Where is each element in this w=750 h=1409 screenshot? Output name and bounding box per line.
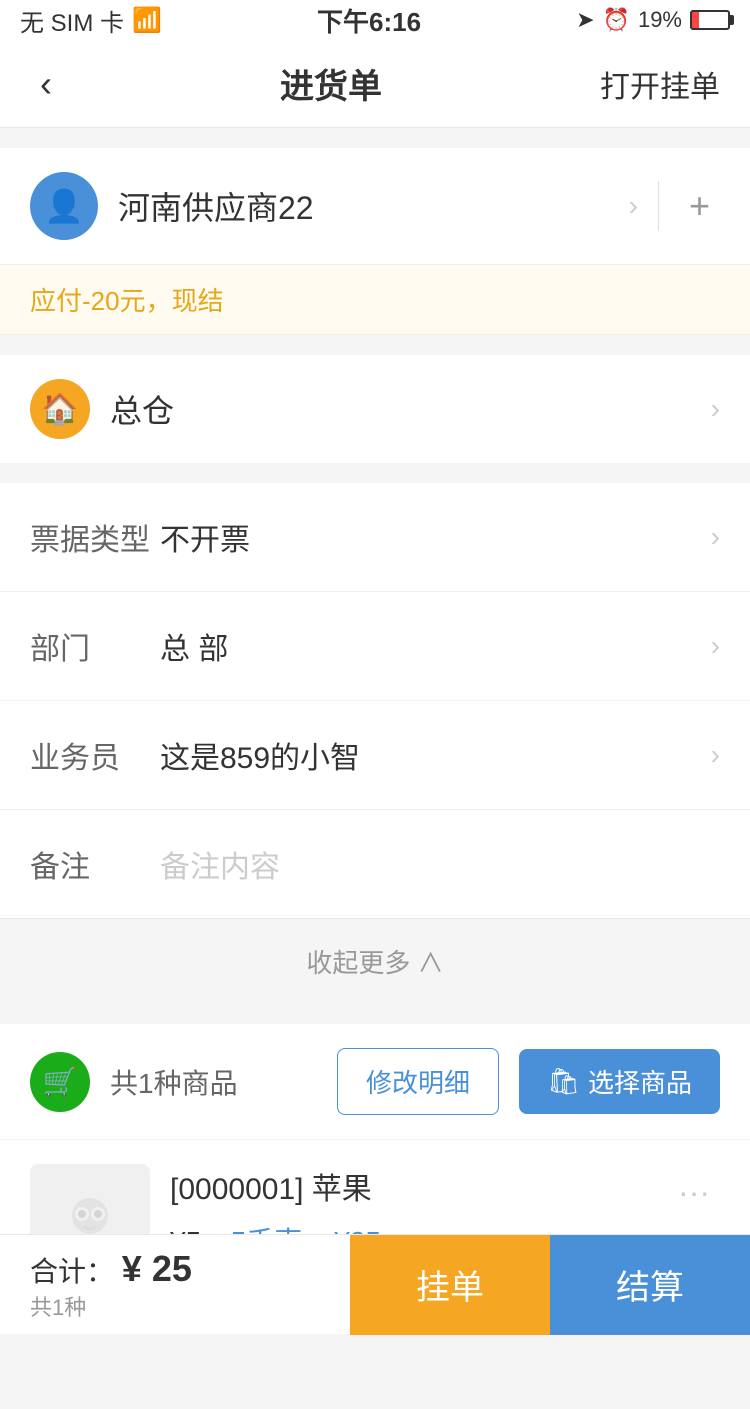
remark-label: 备注: [30, 842, 150, 886]
battery-percent: 19%: [638, 7, 682, 33]
department-label: 部门: [30, 624, 150, 668]
total-row: 合计： ¥ 25: [30, 1248, 320, 1290]
collapse-bar[interactable]: 收起更多 ∧: [0, 918, 750, 1004]
edit-detail-button[interactable]: 修改明细: [337, 1048, 499, 1115]
wifi-icon: 📶: [132, 6, 162, 35]
bottom-bar: 合计： ¥ 25 共1种 挂单 结算: [0, 1234, 750, 1334]
product-name: [0000001] 苹果: [170, 1164, 668, 1208]
remark-placeholder: 备注内容: [150, 842, 720, 886]
gap-4: [0, 1004, 750, 1024]
sim-status: 无 SIM 卡: [20, 3, 124, 38]
select-icon: 🛍: [547, 1066, 580, 1097]
form-section: 票据类型 不开票 › 部门 总 部 › 业务员 这是859的小智 › 备注 备注…: [0, 483, 750, 918]
status-right: ➤ ⏰ 19%: [576, 7, 730, 33]
edit-detail-label: 修改明细: [366, 1068, 470, 1098]
department-chevron-icon: ›: [711, 630, 720, 662]
supplier-avatar: 👤: [30, 172, 98, 240]
status-bar: 无 SIM 卡 📶 下午6:16 ➤ ⏰ 19%: [0, 0, 750, 40]
ticket-type-value: 不开票: [150, 515, 711, 559]
select-product-button[interactable]: 🛍 选择商品: [519, 1049, 720, 1114]
open-pending-button[interactable]: 打开挂单: [600, 62, 720, 106]
warehouse-row[interactable]: 🏠 总仓 ›: [0, 355, 750, 463]
status-time: 下午6:16: [317, 2, 421, 39]
notice-bar: 应付-20元，现结: [0, 265, 750, 335]
ticket-type-row[interactable]: 票据类型 不开票 ›: [0, 483, 750, 592]
warehouse-section: 🏠 总仓 ›: [0, 355, 750, 463]
checkout-label: 结算: [616, 1260, 684, 1309]
checkout-button[interactable]: 结算: [550, 1235, 750, 1335]
gap-1: [0, 128, 750, 148]
warehouse-icon: 🏠: [30, 379, 90, 439]
collapse-label: 收起更多 ∧: [306, 948, 443, 978]
battery-icon: [690, 10, 730, 30]
add-button[interactable]: +: [679, 185, 720, 227]
hang-order-label: 挂单: [416, 1260, 484, 1309]
total-sub: 共1种: [30, 1290, 320, 1322]
status-left: 无 SIM 卡 📶: [20, 3, 162, 38]
ticket-type-label: 票据类型: [30, 515, 150, 559]
product-header: 🛒 共1种商品 修改明细 🛍 选择商品: [0, 1024, 750, 1140]
supplier-name: 河南供应商22: [118, 183, 629, 229]
house-icon: 🏠: [41, 392, 78, 427]
ticket-type-chevron-icon: ›: [711, 521, 720, 553]
salesperson-label: 业务员: [30, 733, 150, 777]
product-count: 共1种商品: [110, 1062, 337, 1102]
cart-icon: 🛒: [43, 1065, 78, 1098]
product-header-icon: 🛒: [30, 1052, 90, 1112]
notice-text: 应付-20元，现结: [30, 286, 224, 316]
alarm-icon: ⏰: [603, 7, 630, 33]
total-amount: ¥ 25: [122, 1248, 192, 1289]
back-button[interactable]: ‹: [30, 53, 62, 115]
total-area: 合计： ¥ 25 共1种: [0, 1248, 350, 1322]
remark-row[interactable]: 备注 备注内容: [0, 810, 750, 918]
product-more-button[interactable]: ···: [668, 1164, 720, 1221]
department-row[interactable]: 部门 总 部 ›: [0, 592, 750, 701]
salesperson-row[interactable]: 业务员 这是859的小智 ›: [0, 701, 750, 810]
nav-bar: ‹ 进货单 打开挂单: [0, 40, 750, 128]
department-value: 总 部: [150, 624, 711, 668]
gap-2: [0, 335, 750, 355]
vertical-divider: [658, 181, 659, 231]
salesperson-value: 这是859的小智: [150, 733, 711, 777]
page-title: 进货单: [280, 59, 382, 108]
gap-3: [0, 463, 750, 483]
supplier-section: 👤 河南供应商22 › + 应付-20元，现结: [0, 148, 750, 335]
warehouse-chevron-icon: ›: [711, 393, 720, 425]
hang-order-button[interactable]: 挂单: [350, 1235, 550, 1335]
select-product-label: 选择商品: [588, 1063, 692, 1100]
total-label: 合计：: [30, 1256, 114, 1287]
supplier-row[interactable]: 👤 河南供应商22 › +: [0, 148, 750, 265]
salesperson-chevron-icon: ›: [711, 739, 720, 771]
location-icon: ➤: [576, 7, 594, 33]
avatar-icon: 👤: [44, 187, 84, 225]
warehouse-name: 总仓: [110, 386, 711, 432]
supplier-chevron-icon: ›: [629, 190, 638, 222]
